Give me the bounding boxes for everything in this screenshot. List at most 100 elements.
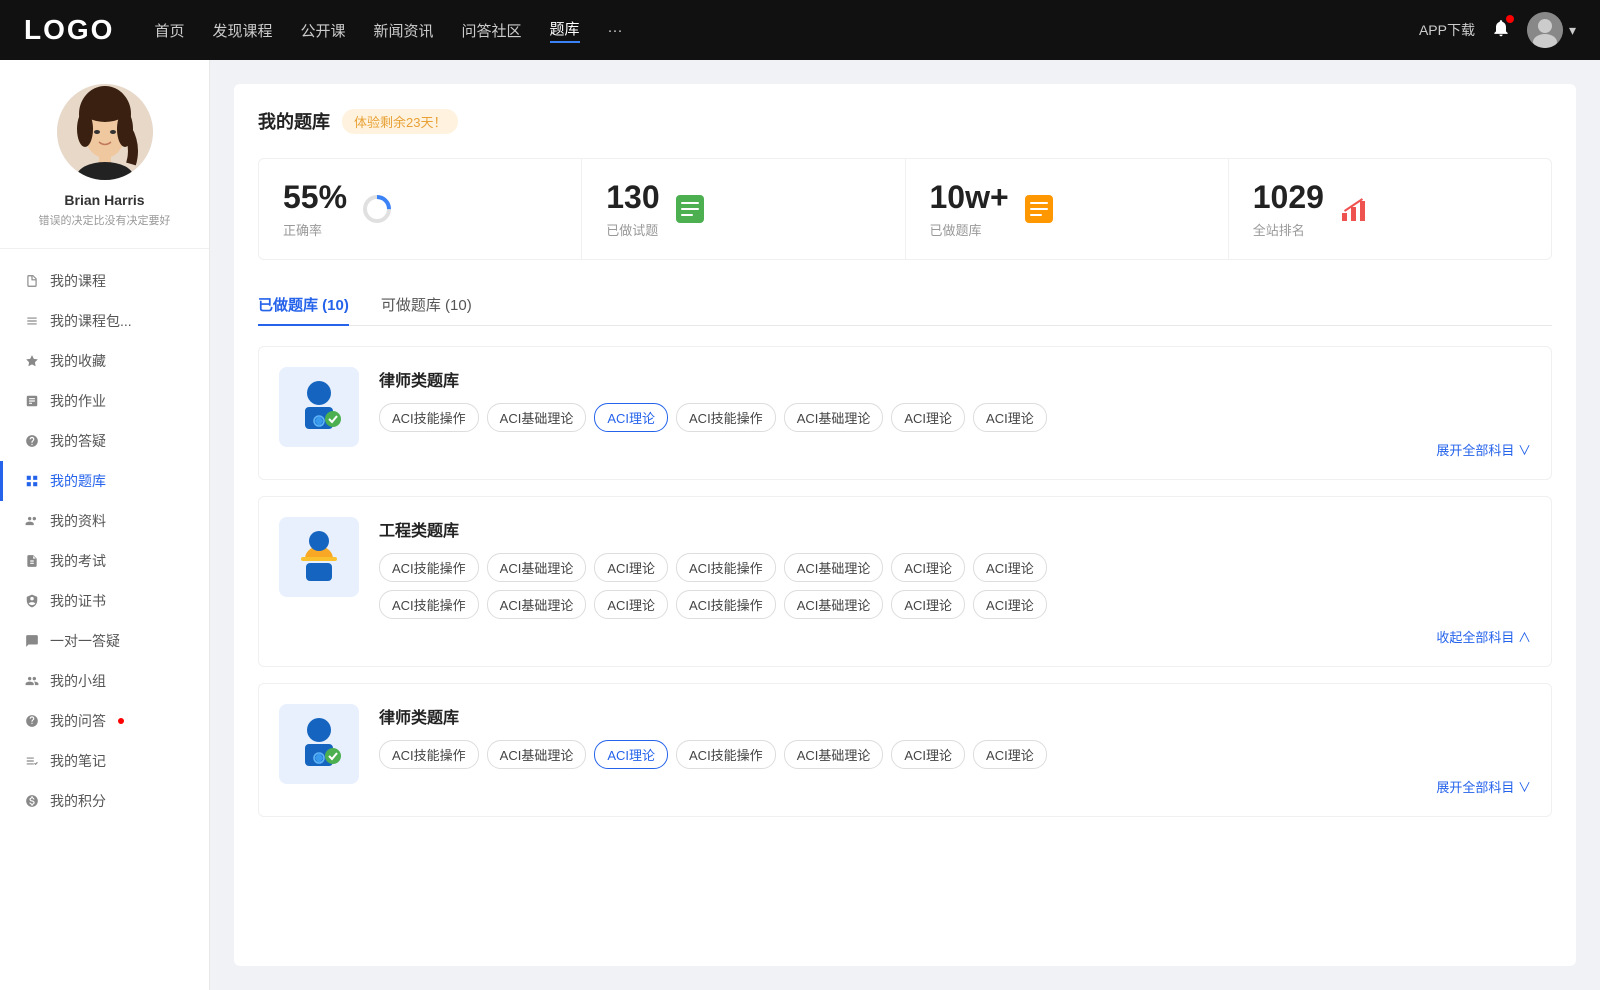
notification-badge	[1506, 15, 1514, 23]
logo[interactable]: LOGO	[24, 14, 114, 46]
bank-icon-lawyer-0	[279, 367, 359, 447]
tag-2-2[interactable]: ACI理论	[594, 740, 668, 769]
tag-2-0[interactable]: ACI技能操作	[379, 740, 479, 769]
tag-1b-0[interactable]: ACI技能操作	[379, 590, 479, 619]
tag-2-4[interactable]: ACI基础理论	[784, 740, 884, 769]
stat-accuracy: 55% 正确率	[259, 159, 582, 259]
tag-1a-4[interactable]: ACI基础理论	[784, 553, 884, 582]
sidebar-label-my-notes: 我的笔记	[50, 751, 106, 771]
sidebar-label-my-course: 我的课程	[50, 271, 106, 291]
tag-1b-5[interactable]: ACI理论	[891, 590, 965, 619]
sidebar-item-my-cert[interactable]: 我的证书	[0, 581, 209, 621]
tag-1b-2[interactable]: ACI理论	[594, 590, 668, 619]
bank-body-0: 律师类题库 ACI技能操作 ACI基础理论 ACI理论 ACI技能操作 ACI基…	[379, 367, 1531, 459]
exam-icon	[24, 553, 40, 569]
tag-1a-5[interactable]: ACI理论	[891, 553, 965, 582]
sidebar-item-my-qa[interactable]: 我的问答	[0, 701, 209, 741]
sidebar-item-my-notes[interactable]: 我的笔记	[0, 741, 209, 781]
sidebar-profile: Brian Harris 错误的决定比没有决定要好	[0, 84, 209, 249]
sidebar-label-my-exam: 我的考试	[50, 551, 106, 571]
collapse-link-1[interactable]: 收起全部科目 ∧	[379, 627, 1531, 646]
tab-available[interactable]: 可做题库 (10)	[381, 284, 472, 325]
sidebar-item-my-course[interactable]: 我的课程	[0, 261, 209, 301]
tag-1b-6[interactable]: ACI理论	[973, 590, 1047, 619]
tag-0-6[interactable]: ACI理论	[973, 403, 1047, 432]
tag-1a-6[interactable]: ACI理论	[973, 553, 1047, 582]
file-icon	[24, 273, 40, 289]
sidebar-item-my-exam[interactable]: 我的考试	[0, 541, 209, 581]
expand-link-2[interactable]: 展开全部科目 ∨	[379, 777, 1531, 796]
qa-icon	[24, 713, 40, 729]
nav-more[interactable]: ···	[608, 22, 623, 39]
nav-chevron[interactable]: ▾	[1569, 22, 1576, 39]
sidebar-item-one-on-one[interactable]: 一对一答疑	[0, 621, 209, 661]
tag-0-1[interactable]: ACI基础理论	[487, 403, 587, 432]
bank-body-1: 工程类题库 ACI技能操作 ACI基础理论 ACI理论 ACI技能操作 ACI基…	[379, 517, 1531, 646]
stat-rank-label: 全站排名	[1253, 220, 1324, 239]
tag-2-3[interactable]: ACI技能操作	[676, 740, 776, 769]
sidebar-item-my-questions[interactable]: 我的答疑	[0, 421, 209, 461]
tag-1a-2[interactable]: ACI理论	[594, 553, 668, 582]
star-icon	[24, 353, 40, 369]
sidebar-label-my-cert: 我的证书	[50, 591, 106, 611]
donut-chart-icon	[359, 191, 395, 227]
avatar-image	[1527, 12, 1563, 48]
stat-accuracy-label: 正确率	[283, 220, 347, 239]
app-download-link[interactable]: APP下载	[1419, 20, 1475, 40]
sidebar-item-my-points[interactable]: 我的积分	[0, 781, 209, 821]
stat-rank-value: 1029	[1253, 179, 1324, 216]
tags-row-1a: ACI技能操作 ACI基础理论 ACI理论 ACI技能操作 ACI基础理论 AC…	[379, 553, 1531, 582]
trial-badge: 体验剩余23天！	[342, 109, 458, 134]
notification-bell[interactable]	[1491, 18, 1511, 43]
nav-bank[interactable]: 题库	[550, 18, 580, 43]
help-icon	[24, 433, 40, 449]
sidebar-item-my-homework[interactable]: 我的作业	[0, 381, 209, 421]
points-icon	[24, 793, 40, 809]
tag-2-1[interactable]: ACI基础理论	[487, 740, 587, 769]
tag-1b-4[interactable]: ACI基础理论	[784, 590, 884, 619]
tag-1a-1[interactable]: ACI基础理论	[487, 553, 587, 582]
navbar-right: APP下载 ▾	[1419, 12, 1576, 48]
tag-0-3[interactable]: ACI技能操作	[676, 403, 776, 432]
sidebar-label-one-on-one: 一对一答疑	[50, 631, 120, 651]
nav-discover[interactable]: 发现课程	[212, 20, 272, 41]
expand-link-0[interactable]: 展开全部科目 ∨	[379, 440, 1531, 459]
user-name: Brian Harris	[16, 192, 193, 208]
tag-0-4[interactable]: ACI基础理论	[784, 403, 884, 432]
sidebar-item-my-profile[interactable]: 我的资料	[0, 501, 209, 541]
tag-2-6[interactable]: ACI理论	[973, 740, 1047, 769]
user-avatar-nav[interactable]: ▾	[1527, 12, 1576, 48]
tags-row-2: ACI技能操作 ACI基础理论 ACI理论 ACI技能操作 ACI基础理论 AC…	[379, 740, 1531, 769]
tag-0-0[interactable]: ACI技能操作	[379, 403, 479, 432]
tag-0-2[interactable]: ACI理论	[594, 403, 668, 432]
sidebar-label-my-favorites: 我的收藏	[50, 351, 106, 371]
sidebar-item-my-bank[interactable]: 我的题库	[0, 461, 209, 501]
sidebar-label-my-questions: 我的答疑	[50, 431, 106, 451]
tag-0-5[interactable]: ACI理论	[891, 403, 965, 432]
tags-row-1b: ACI技能操作 ACI基础理论 ACI理论 ACI技能操作 ACI基础理论 AC…	[379, 590, 1531, 619]
sidebar-label-my-profile: 我的资料	[50, 511, 106, 531]
tab-done[interactable]: 已做题库 (10)	[258, 284, 349, 325]
tag-2-5[interactable]: ACI理论	[891, 740, 965, 769]
sidebar-item-my-group[interactable]: 我的小组	[0, 661, 209, 701]
tag-1b-3[interactable]: ACI技能操作	[676, 590, 776, 619]
stat-done-questions-body: 130 已做试题	[606, 179, 659, 239]
user-avatar	[57, 84, 153, 180]
stat-done-questions-label: 已做试题	[606, 220, 659, 239]
stat-done-banks-value: 10w+	[930, 179, 1009, 216]
nav-openclass[interactable]: 公开课	[300, 20, 345, 41]
stat-accuracy-body: 55% 正确率	[283, 179, 347, 239]
tag-1a-3[interactable]: ACI技能操作	[676, 553, 776, 582]
group-icon	[24, 673, 40, 689]
nav-news[interactable]: 新闻资讯	[374, 20, 434, 41]
tag-1a-0[interactable]: ACI技能操作	[379, 553, 479, 582]
nav-qa[interactable]: 问答社区	[462, 20, 522, 41]
bank-body-2: 律师类题库 ACI技能操作 ACI基础理论 ACI理论 ACI技能操作 ACI基…	[379, 704, 1531, 796]
nav-home[interactable]: 首页	[154, 20, 184, 41]
sidebar-item-my-course-package[interactable]: 我的课程包...	[0, 301, 209, 341]
bank-title-1: 工程类题库	[379, 517, 1531, 541]
sidebar-item-my-favorites[interactable]: 我的收藏	[0, 341, 209, 381]
stat-accuracy-value: 55%	[283, 179, 347, 216]
page-header: 我的题库 体验剩余23天！	[258, 108, 1552, 134]
tag-1b-1[interactable]: ACI基础理论	[487, 590, 587, 619]
